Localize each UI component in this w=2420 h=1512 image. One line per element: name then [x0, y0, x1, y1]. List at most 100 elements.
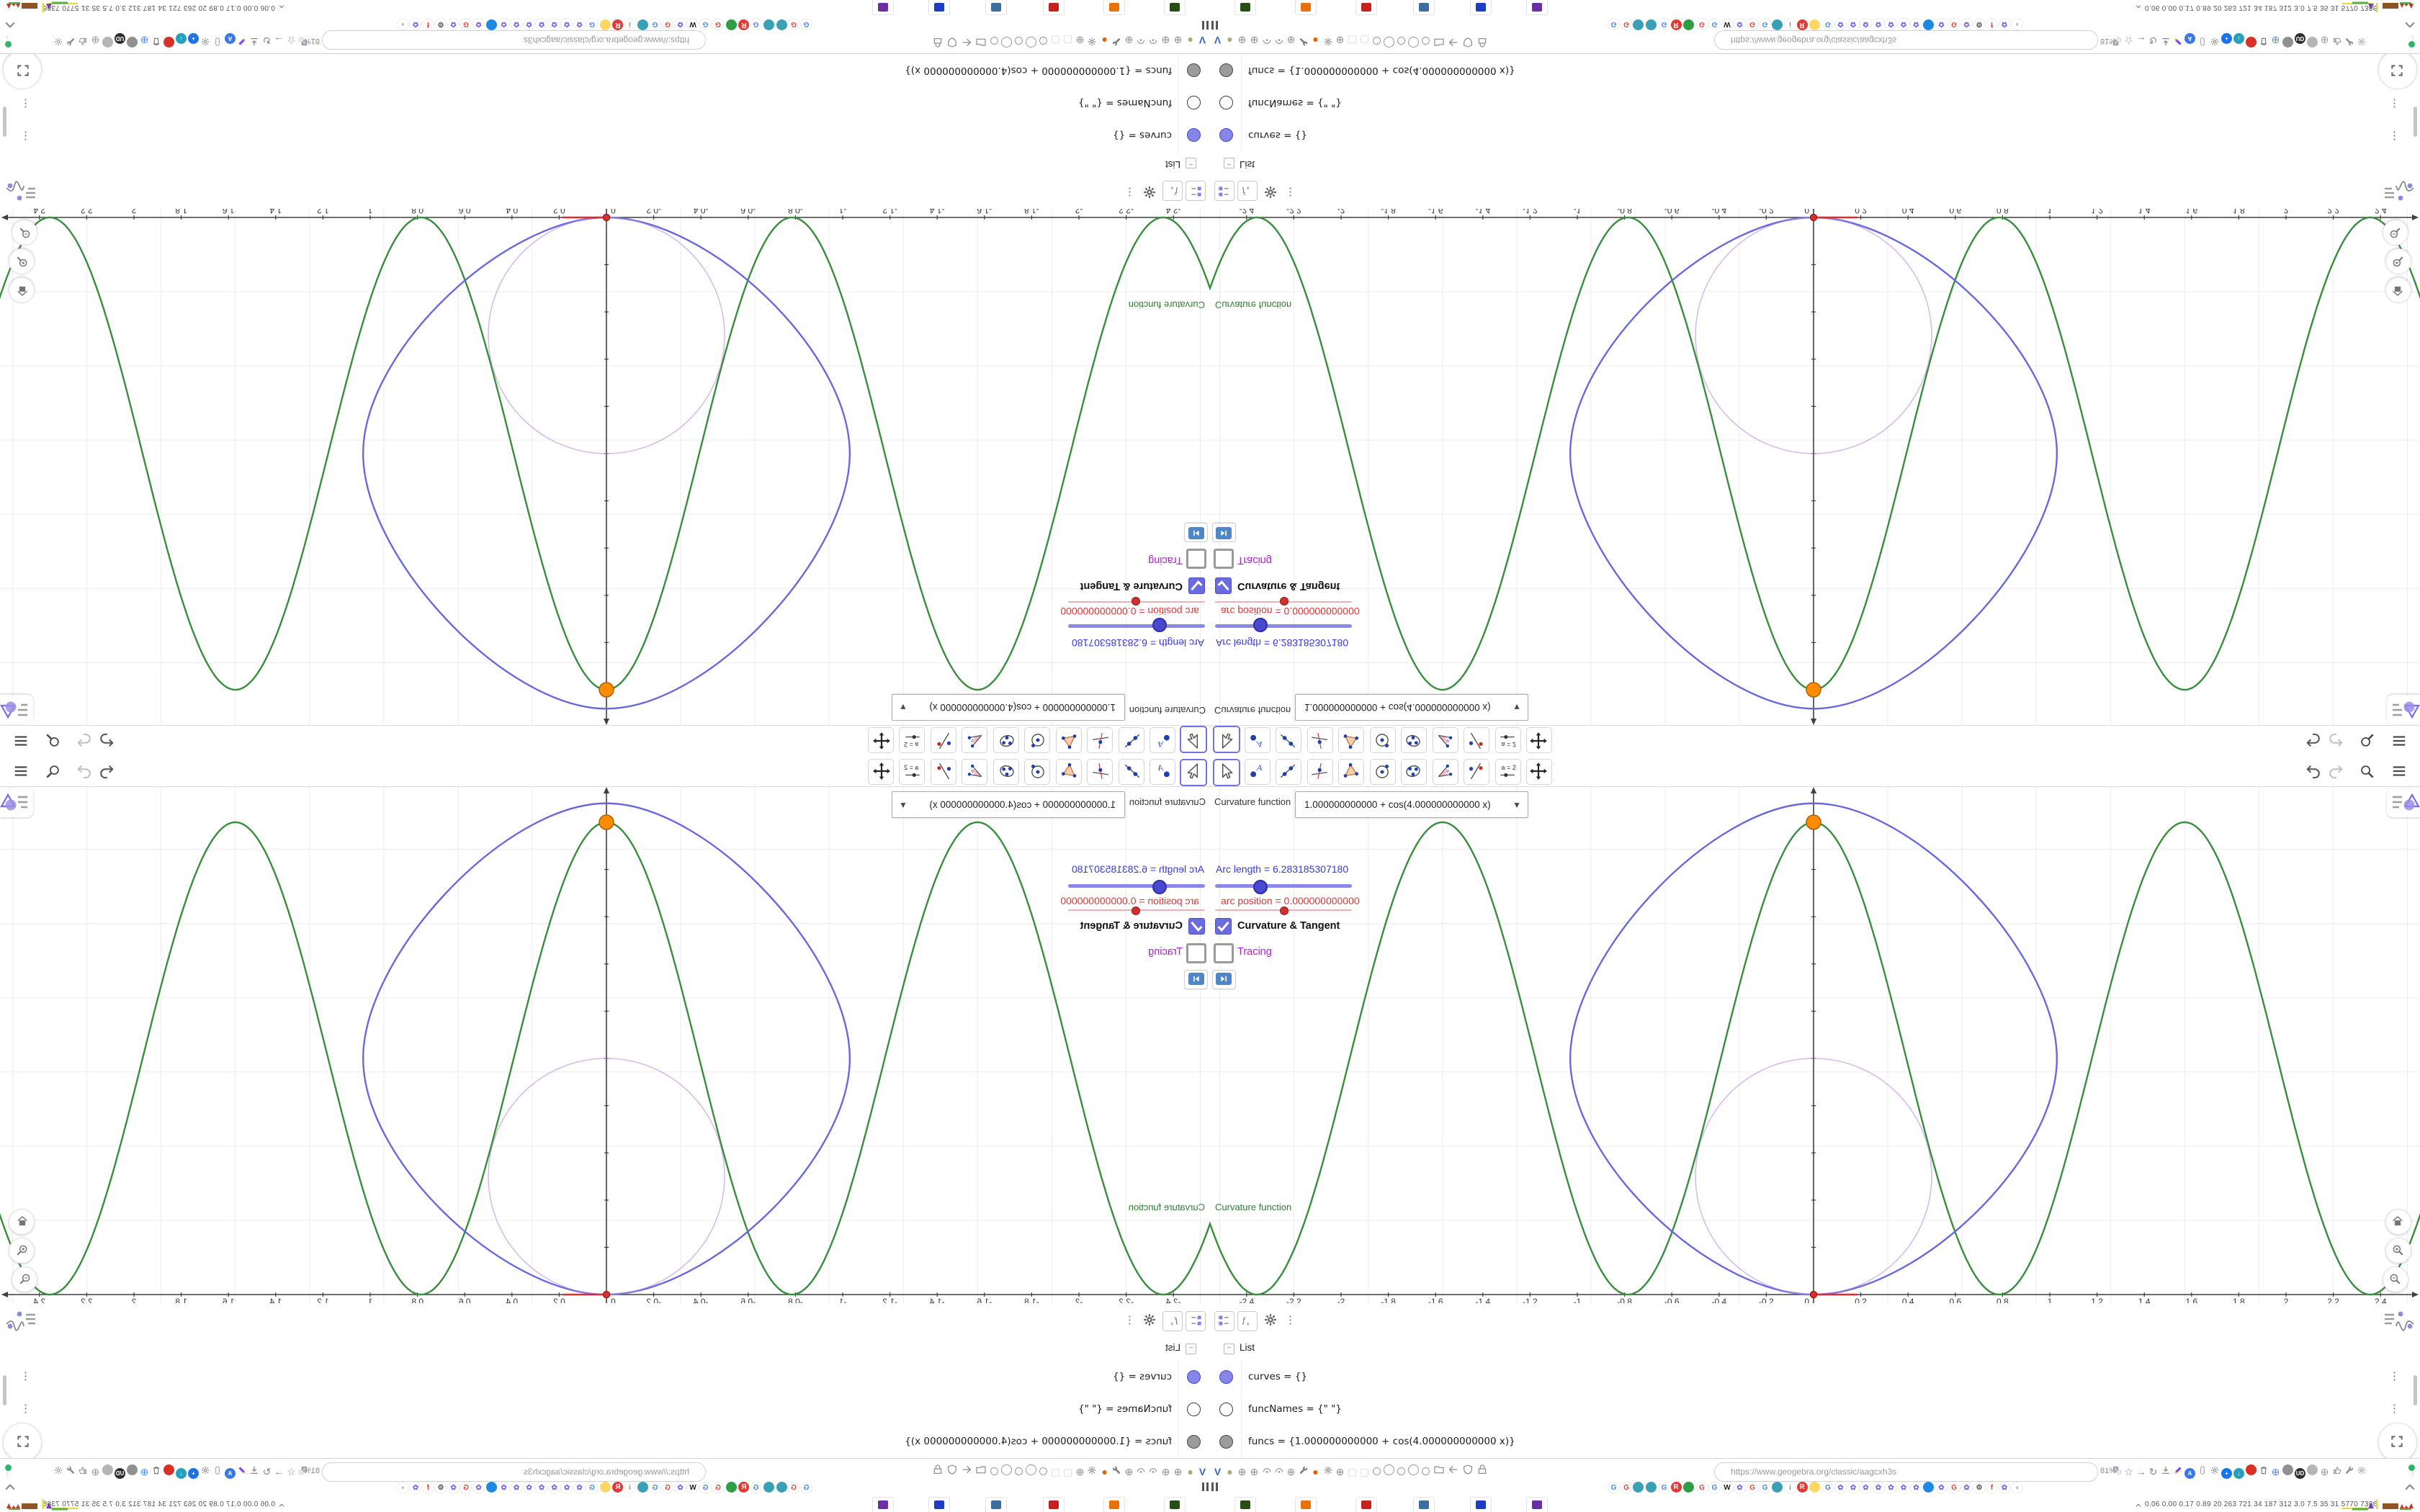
globe-icon[interactable]: ⊕	[1172, 33, 1184, 48]
curvature-tangent-checkbox[interactable]	[1188, 918, 1205, 935]
pin-firefox[interactable]	[1295, 1497, 1317, 1512]
pin-redgear[interactable]	[1355, 1497, 1377, 1512]
gear-icon[interactable]	[1139, 182, 1158, 201]
funcNames-row[interactable]: funcNames = {" "} ⋮	[0, 87, 1210, 119]
tab-geogebra[interactable]: ✿	[1860, 1482, 1872, 1494]
back-arrow-icon[interactable]	[959, 35, 974, 50]
home-icon[interactable]	[2385, 1209, 2411, 1235]
tab-leaf[interactable]	[726, 19, 737, 30]
point-tool[interactable]: A	[1150, 727, 1176, 753]
visibility-toggle[interactable]	[1187, 1435, 1201, 1449]
profile-menu[interactable]: ⋮	[3, 35, 12, 48]
tab-geogebra[interactable]: ✿	[573, 18, 586, 30]
bookmark-star-icon[interactable]: ☆	[2123, 1464, 2135, 1479]
tab-geogebra[interactable]: ✿	[1897, 18, 1910, 30]
ghost-square-icon[interactable]: ▢	[1346, 1465, 1358, 1480]
badger-icon[interactable]: ●	[1224, 1464, 1236, 1479]
tab-gear[interactable]: ⚙	[1973, 18, 1986, 30]
tab-google[interactable]: G	[1746, 1482, 1759, 1494]
reflect-tool[interactable]	[931, 727, 956, 753]
tab-geogebra[interactable]: ✿	[1960, 18, 1973, 30]
undo-button[interactable]	[2303, 730, 2324, 752]
funcNames-row[interactable]: funcNames = {" "} ⋮	[1210, 1393, 2420, 1425]
play-pause-button[interactable]	[1212, 523, 1236, 542]
funcs-row[interactable]: funcs = {1.000000000000 + cos(4.00000000…	[1210, 53, 2420, 88]
tab-leaf[interactable]	[1683, 19, 1694, 30]
graphics-view[interactable]: -2.4 -2.2 -2 -1.8 -1.6 -1.4 -1.2 -1 -0.8 -0.6 -0.4…	[0, 787, 1210, 1303]
circle-tool[interactable]	[1369, 727, 1396, 753]
funcs-row[interactable]: funcs = {1.000000000000 + cos(4.00000000…	[0, 1424, 1210, 1459]
badger-icon[interactable]: ●	[1224, 33, 1236, 48]
tracing-checkbox[interactable]	[1186, 943, 1206, 963]
capsule-icon[interactable]	[2196, 35, 2208, 50]
pin-owl[interactable]	[1526, 0, 1548, 15]
thumb-icon[interactable]	[2331, 35, 2343, 50]
firefox-icon[interactable]: ●	[1309, 33, 1322, 48]
download-icon[interactable]	[248, 35, 261, 50]
tab-google[interactable]: G	[1620, 1482, 1633, 1494]
pin-camera[interactable]	[1413, 1497, 1435, 1512]
badger-icon[interactable]: ●	[1184, 1464, 1196, 1479]
translate-icon[interactable]: Ax	[2110, 35, 2123, 50]
back-arrow-icon[interactable]	[959, 1462, 974, 1477]
folder-icon[interactable]	[1432, 1462, 1446, 1477]
line-tool[interactable]	[1119, 759, 1144, 785]
tab-sphere[interactable]	[637, 1482, 649, 1493]
reflect-tool[interactable]	[1464, 759, 1489, 785]
algebra-expression[interactable]: funcs = {1.000000000000 + cos(4.00000000…	[1248, 1436, 1515, 1447]
tab-google[interactable]: G	[1658, 18, 1670, 30]
url-bar[interactable]: https://www.geogebra.org/classic/aagcxh3…	[322, 1462, 706, 1482]
tab-google[interactable]: G	[661, 18, 674, 30]
globe-color-icon[interactable]: ⊕	[138, 33, 151, 48]
tab-photos[interactable]	[600, 1482, 611, 1493]
tab-geogebra[interactable]: ✿	[523, 18, 535, 30]
circle-gray-icon[interactable]	[102, 35, 114, 50]
algebra-tree-button[interactable]	[1186, 181, 1206, 201]
tab-chrome[interactable]: G	[1608, 1482, 1620, 1494]
tab-chat[interactable]	[486, 1482, 498, 1493]
reflect-tool[interactable]	[931, 759, 956, 785]
tab-sphere[interactable]	[1645, 19, 1657, 30]
tab-gear[interactable]: ⚙	[1973, 1482, 1986, 1494]
tab-gear[interactable]: ⚙	[434, 1482, 447, 1494]
tab-geogebra[interactable]: ✿	[1834, 1482, 1847, 1494]
tab-geogebra[interactable]: ✿	[1935, 1482, 1948, 1494]
lock-icon[interactable]	[931, 1462, 945, 1477]
globe-icon[interactable]: ⊕	[1334, 33, 1346, 48]
trash-icon[interactable]	[2257, 35, 2269, 50]
graphics-view[interactable]: -2.4 -2.2 -2 -1.8 -1.6 -1.4 -1.2 -1 -0.8 -0.6 -0.4…	[0, 209, 1210, 725]
tab-google[interactable]: G	[1708, 18, 1721, 30]
algebra-tree-button[interactable]	[1214, 181, 1234, 201]
fx-button[interactable]: fx	[1237, 181, 1258, 201]
point-tool[interactable]: A	[1150, 759, 1176, 785]
curvature-tangent-checkbox[interactable]	[1188, 577, 1205, 594]
graphics-stylebar-button[interactable]	[2387, 695, 2420, 724]
gear-outline-icon[interactable]	[2355, 35, 2367, 50]
tab-chat[interactable]	[1922, 1482, 1934, 1493]
ghost-square-icon[interactable]: ▢	[1358, 33, 1371, 48]
globe-icon[interactable]: ⊕	[1123, 1465, 1135, 1480]
globe-icon[interactable]: ⊕	[1123, 33, 1135, 48]
tab-yandex[interactable]: R	[1796, 19, 1808, 30]
arc-icon[interactable]	[1260, 35, 1273, 49]
curvature-function-dropdown[interactable]: 1.000000000000 + cos(4.000000000000 x) ▼	[892, 791, 1125, 818]
tab-geogebra[interactable]: ✿	[1910, 1482, 1922, 1494]
pin-firefox[interactable]	[1103, 0, 1125, 15]
shield-icon[interactable]	[1461, 35, 1475, 50]
tab-geogebra[interactable]: ✿	[510, 18, 523, 30]
gear-icon[interactable]	[1139, 1311, 1158, 1330]
tab-photos[interactable]	[1809, 19, 1820, 30]
play-pause-button[interactable]	[1184, 523, 1208, 542]
curvature-tangent-checkbox[interactable]	[1215, 918, 1232, 935]
forward-arrow-icon[interactable]: →	[273, 34, 285, 48]
arc-icon[interactable]	[1260, 1463, 1273, 1477]
pin-monitor[interactable]	[1234, 1497, 1256, 1512]
visibility-toggle[interactable]	[1219, 128, 1233, 142]
tab-geogebra[interactable]: ✿	[1885, 1482, 1897, 1494]
ghost-square-icon[interactable]: ▢	[1049, 1465, 1062, 1480]
pin-floppy64[interactable]	[1470, 1497, 1492, 1512]
zoom-out-icon[interactable]	[12, 1266, 37, 1292]
tracing-checkbox[interactable]	[1214, 549, 1234, 569]
globe-gray-icon[interactable]: ⊕	[2318, 33, 2331, 48]
tab-geogebra[interactable]: ✿	[548, 1482, 560, 1494]
